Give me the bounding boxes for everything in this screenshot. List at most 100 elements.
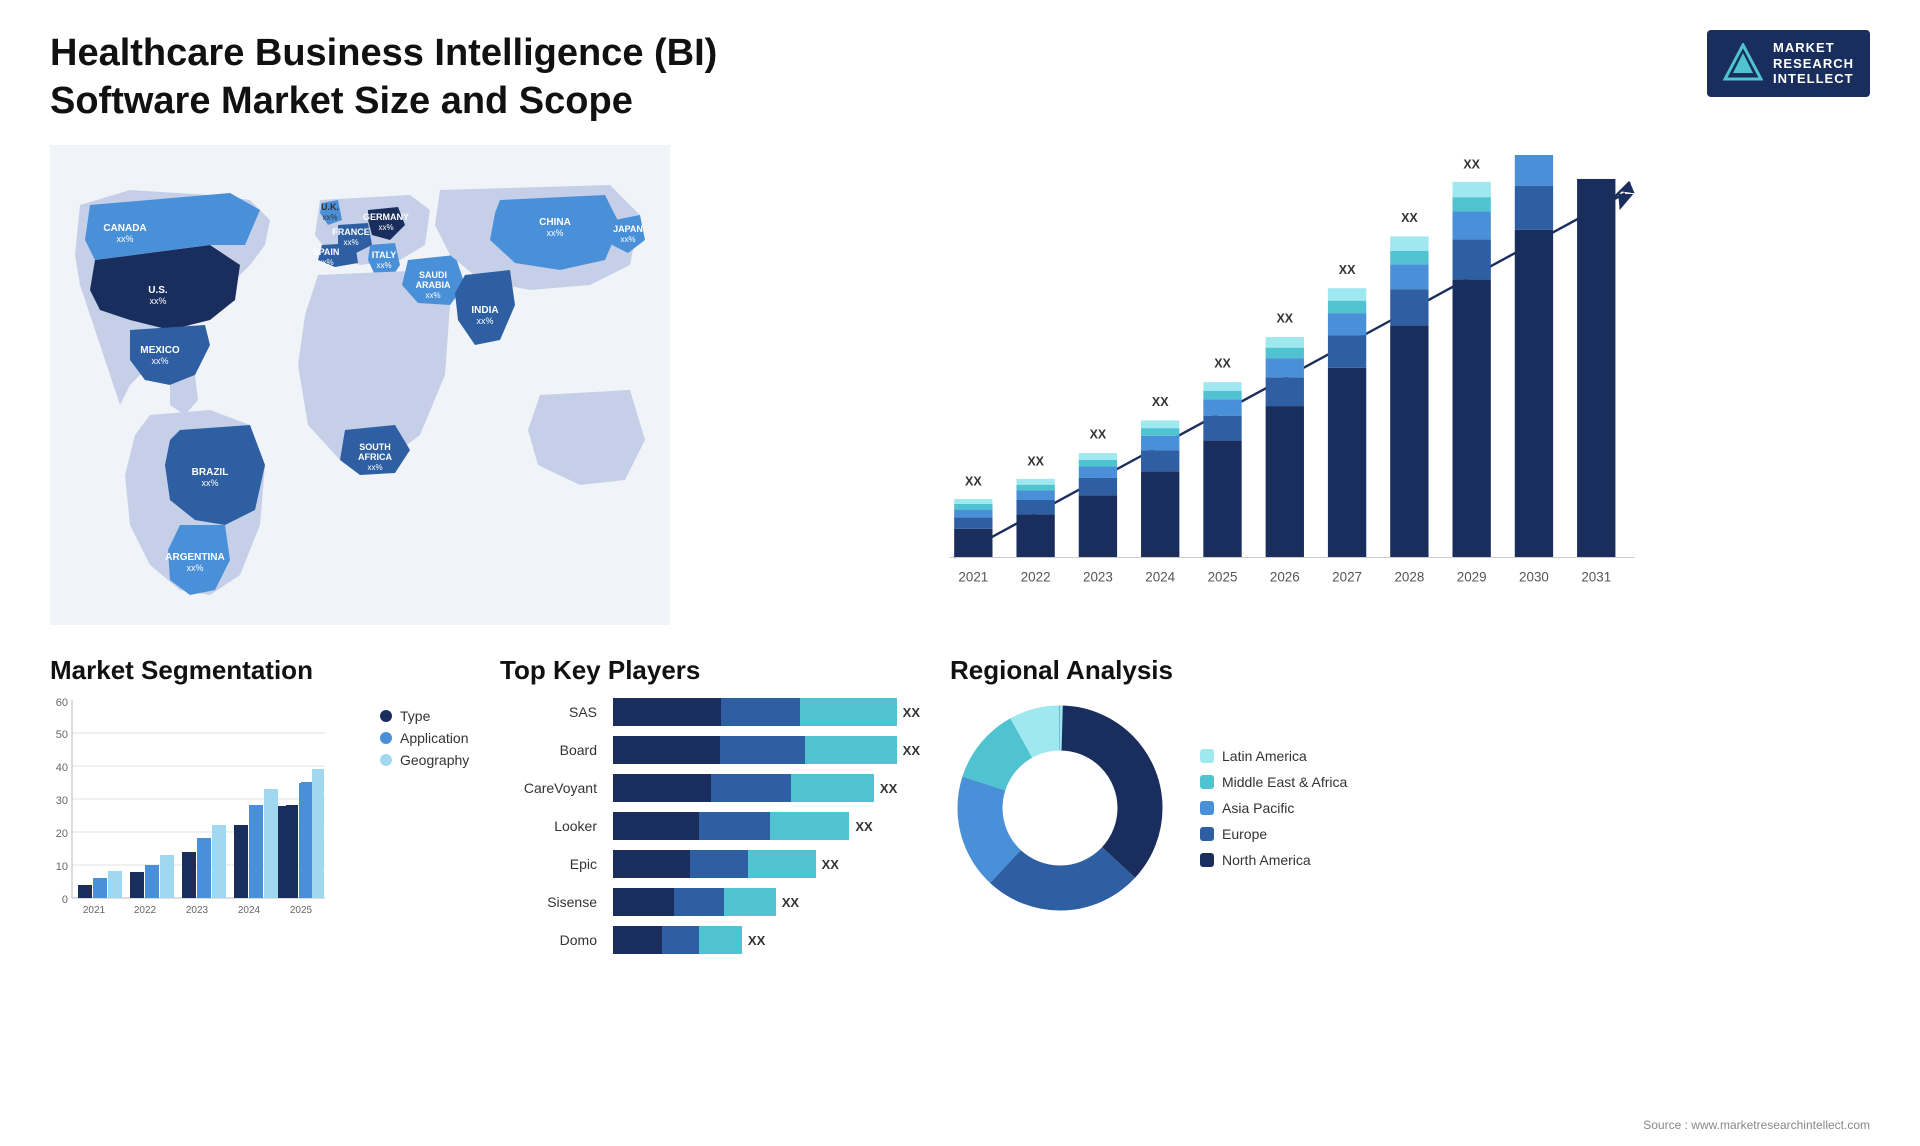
svg-text:2024: 2024 (1145, 569, 1175, 584)
svg-text:2022: 2022 (1021, 569, 1051, 584)
legend-latin-america: Latin America (1200, 748, 1347, 764)
svg-text:xx%: xx% (546, 228, 563, 238)
svg-text:50: 50 (56, 729, 68, 741)
source-text: Source : www.marketresearchintellect.com (1643, 1118, 1870, 1132)
svg-text:40: 40 (56, 762, 68, 774)
svg-text:2023: 2023 (186, 905, 209, 916)
players-list: SAS XX Board (500, 698, 920, 964)
player-row-domo: Domo XX (500, 926, 920, 954)
donut-svg (950, 698, 1170, 918)
svg-text:0: 0 (62, 894, 68, 906)
legend-application: Application (380, 730, 469, 746)
svg-text:AFRICA: AFRICA (358, 452, 392, 462)
svg-text:XX: XX (1339, 263, 1356, 277)
svg-text:2022: 2022 (134, 905, 157, 916)
bar-chart-section: XX XX XX XX (690, 145, 1870, 625)
svg-text:xx%: xx% (376, 261, 391, 270)
player-row-board: Board XX (500, 736, 920, 764)
svg-text:2027: 2027 (1332, 569, 1362, 584)
svg-text:xx%: xx% (378, 223, 393, 232)
svg-text:xx%: xx% (620, 235, 635, 244)
svg-text:xx%: xx% (201, 478, 218, 488)
main-grid: CANADA xx% U.S. xx% MEXICO xx% BRAZIL xx… (50, 145, 1870, 964)
svg-text:ARGENTINA: ARGENTINA (165, 552, 224, 563)
svg-text:2024: 2024 (238, 905, 261, 916)
donut-chart (950, 698, 1170, 918)
svg-text:XX: XX (1090, 428, 1107, 442)
segmentation-title: Market Segmentation (50, 655, 470, 686)
svg-text:xx%: xx% (343, 238, 358, 247)
header: Healthcare Business Intelligence (BI) So… (50, 30, 1870, 125)
svg-text:2031: 2031 (1581, 569, 1611, 584)
segmentation-chart: 0 10 20 30 40 50 60 (50, 698, 330, 928)
type-dot (380, 710, 392, 722)
regional-title: Regional Analysis (950, 655, 1870, 686)
svg-text:xx%: xx% (322, 213, 337, 222)
svg-text:2029: 2029 (1457, 569, 1487, 584)
svg-text:CANADA: CANADA (103, 223, 146, 234)
svg-text:SOUTH: SOUTH (359, 442, 391, 452)
svg-text:XX: XX (1463, 157, 1480, 171)
svg-text:GERMANY: GERMANY (363, 212, 409, 222)
svg-text:xx%: xx% (425, 291, 440, 300)
donut-wrapper: Latin America Middle East & Africa Asia … (950, 698, 1870, 918)
svg-text:30: 30 (56, 795, 68, 807)
svg-text:U.K.: U.K. (321, 202, 339, 212)
svg-text:BRAZIL: BRAZIL (192, 467, 229, 478)
logo-area: MARKET RESEARCH INTELLECT (1707, 30, 1870, 97)
svg-text:xx%: xx% (151, 356, 168, 366)
seg-legend: Type Application Geography (380, 708, 469, 928)
svg-text:XX: XX (1152, 395, 1169, 409)
svg-text:SPAIN: SPAIN (313, 247, 340, 257)
svg-text:xx%: xx% (367, 463, 382, 472)
svg-text:INDIA: INDIA (471, 305, 498, 316)
logo-icon (1723, 43, 1763, 83)
svg-text:CHINA: CHINA (539, 217, 571, 228)
regional-legend: Latin America Middle East & Africa Asia … (1200, 748, 1347, 868)
svg-text:60: 60 (56, 698, 68, 709)
svg-text:XX: XX (1214, 357, 1231, 371)
svg-text:XX: XX (1401, 211, 1418, 225)
legend-middle-east-africa: Middle East & Africa (1200, 774, 1347, 790)
svg-text:xx%: xx% (149, 296, 166, 306)
map-section: CANADA xx% U.S. xx% MEXICO xx% BRAZIL xx… (50, 145, 670, 625)
legend-geography: Geography (380, 752, 469, 768)
logo-box: MARKET RESEARCH INTELLECT (1707, 30, 1870, 97)
svg-text:2028: 2028 (1394, 569, 1424, 584)
players-title: Top Key Players (500, 655, 920, 686)
svg-text:SAUDI: SAUDI (419, 270, 447, 280)
svg-text:20: 20 (56, 828, 68, 840)
svg-text:XX: XX (1027, 455, 1044, 469)
player-row-looker: Looker XX (500, 812, 920, 840)
svg-text:xx%: xx% (186, 563, 203, 573)
svg-text:xx%: xx% (318, 258, 333, 267)
main-bar-chart: XX XX XX XX (710, 155, 1850, 615)
legend-asia-pacific: Asia Pacific (1200, 800, 1347, 816)
segmentation-area: Market Segmentation 0 10 20 30 40 50 60 (50, 655, 470, 964)
application-dot (380, 732, 392, 744)
page-container: Healthcare Business Intelligence (BI) So… (0, 0, 1920, 1146)
player-row-epic: Epic XX (500, 850, 920, 878)
legend-type: Type (380, 708, 469, 724)
svg-text:XX: XX (1276, 312, 1293, 326)
svg-text:xx%: xx% (116, 234, 133, 244)
svg-text:XX: XX (965, 475, 982, 489)
player-row-sisense: Sisense XX (500, 888, 920, 916)
page-title: Healthcare Business Intelligence (BI) So… (50, 30, 850, 125)
world-map: CANADA xx% U.S. xx% MEXICO xx% BRAZIL xx… (50, 145, 670, 625)
svg-text:xx%: xx% (476, 316, 493, 326)
svg-text:2023: 2023 (1083, 569, 1113, 584)
players-area: Top Key Players SAS XX Board (500, 655, 920, 964)
svg-text:U.S.: U.S. (148, 285, 168, 296)
svg-text:ITALY: ITALY (372, 250, 397, 260)
svg-text:JAPAN: JAPAN (613, 224, 643, 234)
svg-text:2021: 2021 (83, 905, 106, 916)
svg-text:MEXICO: MEXICO (140, 345, 180, 356)
legend-europe: Europe (1200, 826, 1347, 842)
svg-text:2025: 2025 (290, 905, 313, 916)
legend-north-america: North America (1200, 852, 1347, 868)
svg-text:10: 10 (56, 861, 68, 873)
player-row-carevoyant: CareVoyant XX (500, 774, 920, 802)
svg-text:2021: 2021 (958, 569, 988, 584)
player-row-sas: SAS XX (500, 698, 920, 726)
